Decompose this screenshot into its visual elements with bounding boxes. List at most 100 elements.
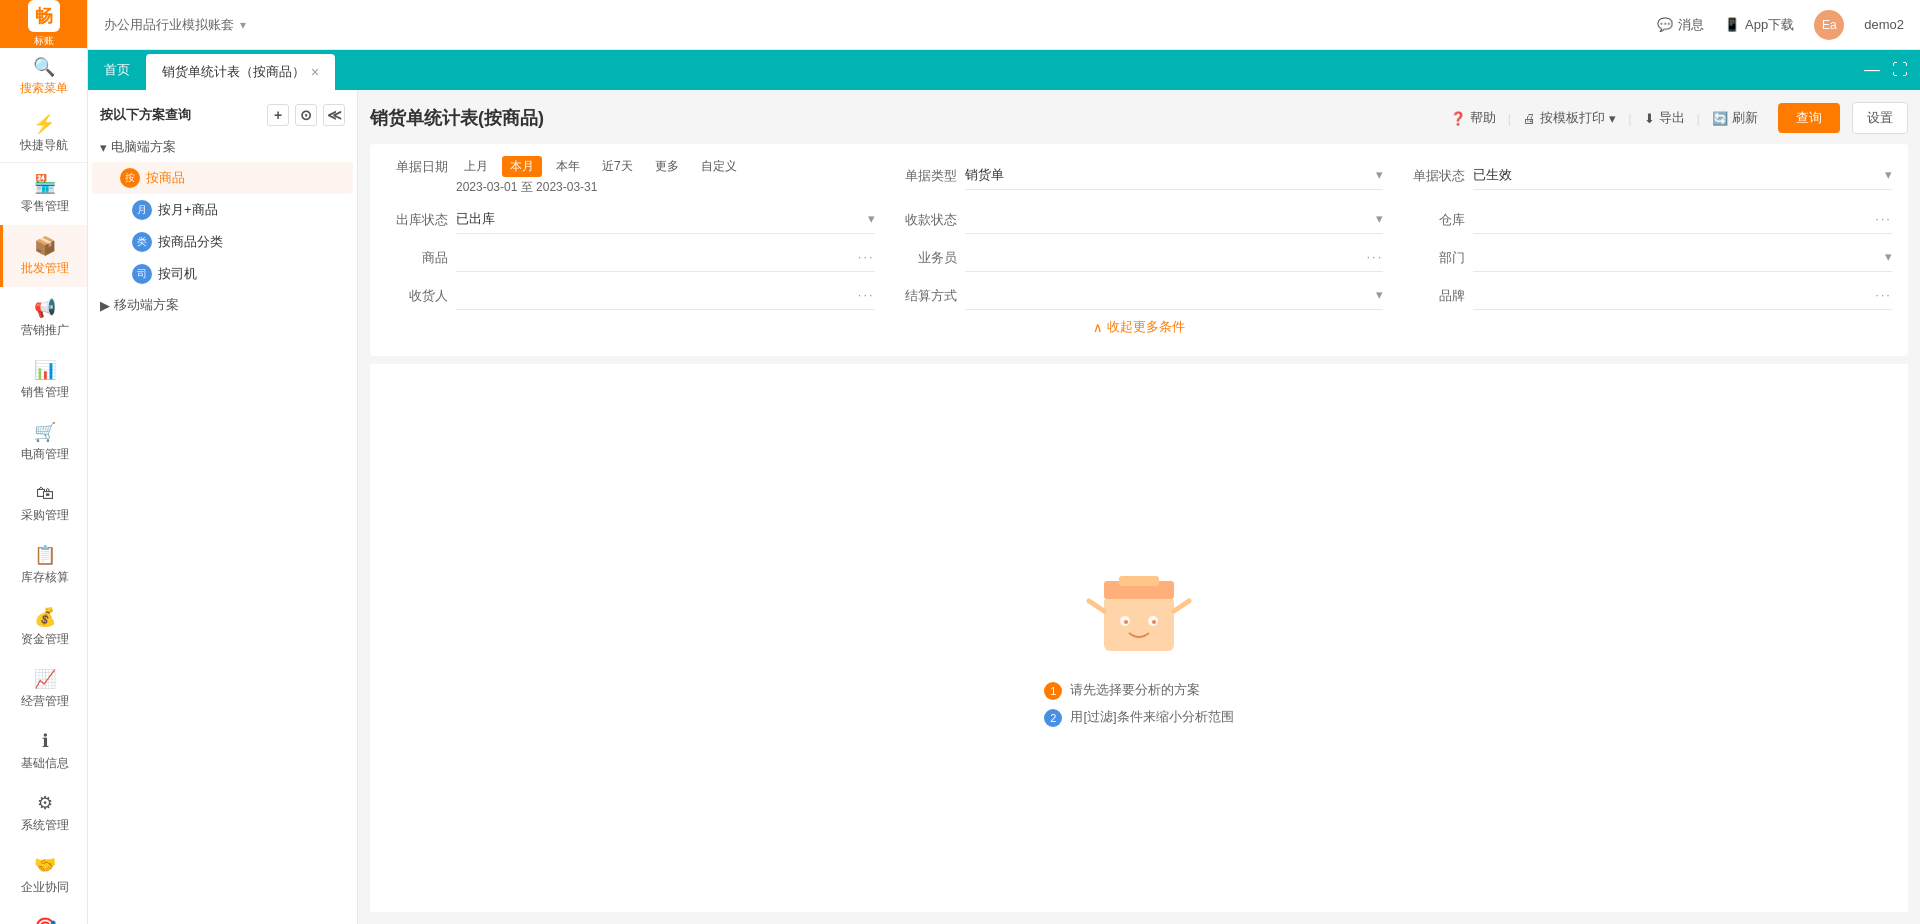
- product-value[interactable]: ···: [456, 244, 875, 272]
- date-label: 单据日期: [386, 158, 456, 176]
- docstatus-arrow: ▾: [1885, 167, 1892, 182]
- collapse-arrow-icon: ∧: [1093, 320, 1103, 335]
- salesperson-value[interactable]: ···: [965, 244, 1384, 272]
- sidebar-item-search-label: 搜索菜单: [20, 80, 68, 97]
- scheme-collapse-btn[interactable]: ≪: [323, 104, 345, 126]
- settle-value[interactable]: ▾: [965, 282, 1384, 310]
- by-product-label: 按商品: [146, 169, 185, 187]
- docstatus-text: 已生效: [1473, 166, 1512, 184]
- svg-line-7: [1089, 601, 1104, 611]
- warehouse-dots: ···: [1875, 211, 1892, 226]
- divider2: |: [1628, 111, 1631, 126]
- purchase-icon: 🛍: [36, 483, 54, 504]
- guide-icon: 🎯: [34, 916, 56, 924]
- scheme-header-actions: + ⊙ ≪: [267, 104, 345, 126]
- scheme-settings-btn[interactable]: ⊙: [295, 104, 317, 126]
- empty-steps: 1 请先选择要分析的方案 2 用[过滤]条件来缩小分析范围: [1044, 681, 1233, 735]
- logo[interactable]: 畅 标账: [0, 0, 87, 48]
- sidebar-item-inventory[interactable]: 📋 库存核算: [0, 534, 87, 596]
- scheme-header: 按以下方案查询 + ⊙ ≪: [88, 98, 357, 132]
- collapse-bar[interactable]: ∧ 收起更多条件: [386, 310, 1892, 344]
- sidebar-item-retail[interactable]: 🏪 零售管理: [0, 163, 87, 225]
- sidebar-item-sales[interactable]: 📊 销售管理: [0, 349, 87, 411]
- filter-row-1: 单据日期 上月 本月 本年 近7天 更多 自定义 2023-03-01 至 20…: [386, 156, 1892, 196]
- sidebar-item-ecommerce[interactable]: 🛒 电商管理: [0, 411, 87, 473]
- date-btn-lastmonth[interactable]: 上月: [456, 156, 496, 177]
- date-btn-thisyear[interactable]: 本年: [548, 156, 588, 177]
- filter-payment-col: 收款状态 ▾: [895, 206, 1384, 234]
- sidebar-item-wholesale[interactable]: 📦 批发管理: [0, 225, 87, 287]
- docstatus-value[interactable]: 已生效 ▾: [1473, 162, 1892, 190]
- filter-docstatus-col: 单据状态 已生效 ▾: [1403, 156, 1892, 196]
- salesperson-dots: ···: [1366, 249, 1383, 264]
- scheme-item-by-driver[interactable]: 司 按司机: [104, 258, 353, 290]
- print-btn[interactable]: 🖨 按模板打印 ▾: [1523, 109, 1616, 127]
- sidebar-item-operations[interactable]: 📈 经营管理: [0, 658, 87, 720]
- sales-icon: 📊: [34, 359, 56, 381]
- page-wrapper: 销货单统计表(按商品) ❓ 帮助 | 🖨 按模板打印 ▾ | ⬇: [358, 90, 1920, 924]
- tab-home[interactable]: 首页: [88, 50, 146, 90]
- scheme-section-desktop: ▾ 电脑端方案 按 按商品 月 按月+商品 类 按商品分类: [88, 132, 357, 290]
- username[interactable]: demo2: [1864, 17, 1904, 32]
- app-download-action[interactable]: 📱 App下载: [1724, 16, 1794, 34]
- help-btn[interactable]: ❓ 帮助: [1450, 109, 1496, 127]
- message-action[interactable]: 💬 消息: [1657, 16, 1704, 34]
- empty-step-1: 1 请先选择要分析的方案: [1044, 681, 1233, 700]
- scheme-section-mobile-header[interactable]: ▶ 移动端方案: [92, 290, 353, 320]
- scheme-item-by-product[interactable]: 按 按商品: [92, 162, 353, 194]
- outstatus-value[interactable]: 已出库 ▾: [456, 206, 875, 234]
- date-btn-thismonth[interactable]: 本月: [502, 156, 542, 177]
- help-icon: ❓: [1450, 111, 1466, 126]
- divider1: |: [1508, 111, 1511, 126]
- date-btn-more[interactable]: 更多: [647, 156, 687, 177]
- payment-value[interactable]: ▾: [965, 206, 1384, 234]
- page-actions: ❓ 帮助 | 🖨 按模板打印 ▾ | ⬇ 导出 |: [1450, 102, 1908, 134]
- by-driver-label: 按司机: [158, 265, 197, 283]
- sidebar-item-quicknav[interactable]: ⚡ 快捷导航: [0, 105, 87, 163]
- tab-close-icon[interactable]: ×: [311, 64, 319, 80]
- filter-date-col: 单据日期 上月 本月 本年 近7天 更多 自定义 2023-03-01 至 20…: [386, 156, 875, 196]
- export-btn[interactable]: ⬇ 导出: [1644, 109, 1685, 127]
- settings-btn[interactable]: 设置: [1852, 102, 1908, 134]
- scheme-panel: 按以下方案查询 + ⊙ ≪ ▾ 电脑端方案: [88, 90, 358, 924]
- svg-rect-0: [1104, 596, 1174, 651]
- dept-value[interactable]: ▾: [1473, 244, 1892, 272]
- sidebar-item-purchase[interactable]: 🛍 采购管理: [0, 473, 87, 534]
- scheme-add-btn[interactable]: +: [267, 104, 289, 126]
- brand-value[interactable]: ···: [1473, 282, 1892, 310]
- tab-minimize-btn[interactable]: —: [1860, 57, 1884, 83]
- tab-maximize-btn[interactable]: ⛶: [1888, 57, 1912, 83]
- industry-selector[interactable]: 办公用品行业模拟账套 ▾: [104, 16, 246, 34]
- sidebar-item-marketing[interactable]: 📢 营销推广: [0, 287, 87, 349]
- sidebar-item-system[interactable]: ⚙ 系统管理: [0, 782, 87, 844]
- collab-icon: 🤝: [34, 854, 56, 876]
- outstatus-arrow: ▾: [868, 211, 875, 226]
- filter-salesperson-col: 业务员 ···: [895, 244, 1384, 272]
- sidebar-item-guide[interactable]: 🎯 新手引导: [0, 906, 87, 924]
- search-icon: 🔍: [33, 56, 55, 78]
- scheme-section-desktop-header[interactable]: ▾ 电脑端方案: [92, 132, 353, 162]
- industry-name: 办公用品行业模拟账套: [104, 16, 234, 34]
- divider3: |: [1697, 111, 1700, 126]
- tab-active[interactable]: 销货单统计表（按商品） ×: [146, 54, 335, 90]
- basic-icon: ℹ: [42, 730, 49, 752]
- sidebar-item-basic[interactable]: ℹ 基础信息: [0, 720, 87, 782]
- filter-row-3: 商品 ··· 业务员 ··· 部门: [386, 244, 1892, 272]
- empty-step-2: 2 用[过滤]条件来缩小分析范围: [1044, 708, 1233, 727]
- recipient-value[interactable]: ···: [456, 282, 875, 310]
- finance-icon: 💰: [34, 606, 56, 628]
- sidebar-item-finance[interactable]: 💰 资金管理: [0, 596, 87, 658]
- date-btn-custom[interactable]: 自定义: [693, 156, 745, 177]
- scheme-item-by-category[interactable]: 类 按商品分类: [104, 226, 353, 258]
- sidebar-item-collab[interactable]: 🤝 企业协同: [0, 844, 87, 906]
- warehouse-value[interactable]: ···: [1473, 206, 1892, 234]
- scheme-item-by-month-product[interactable]: 月 按月+商品: [104, 194, 353, 226]
- avatar[interactable]: Ea: [1814, 10, 1844, 40]
- refresh-icon: 🔄: [1712, 111, 1728, 126]
- refresh-btn[interactable]: 🔄 刷新: [1712, 109, 1758, 127]
- doctype-value[interactable]: 销货单 ▾: [965, 162, 1384, 190]
- query-btn[interactable]: 查询: [1778, 103, 1840, 133]
- logo-text: 标账: [34, 34, 54, 48]
- sidebar-item-search[interactable]: 🔍 搜索菜单: [0, 48, 87, 105]
- date-btn-7days[interactable]: 近7天: [594, 156, 641, 177]
